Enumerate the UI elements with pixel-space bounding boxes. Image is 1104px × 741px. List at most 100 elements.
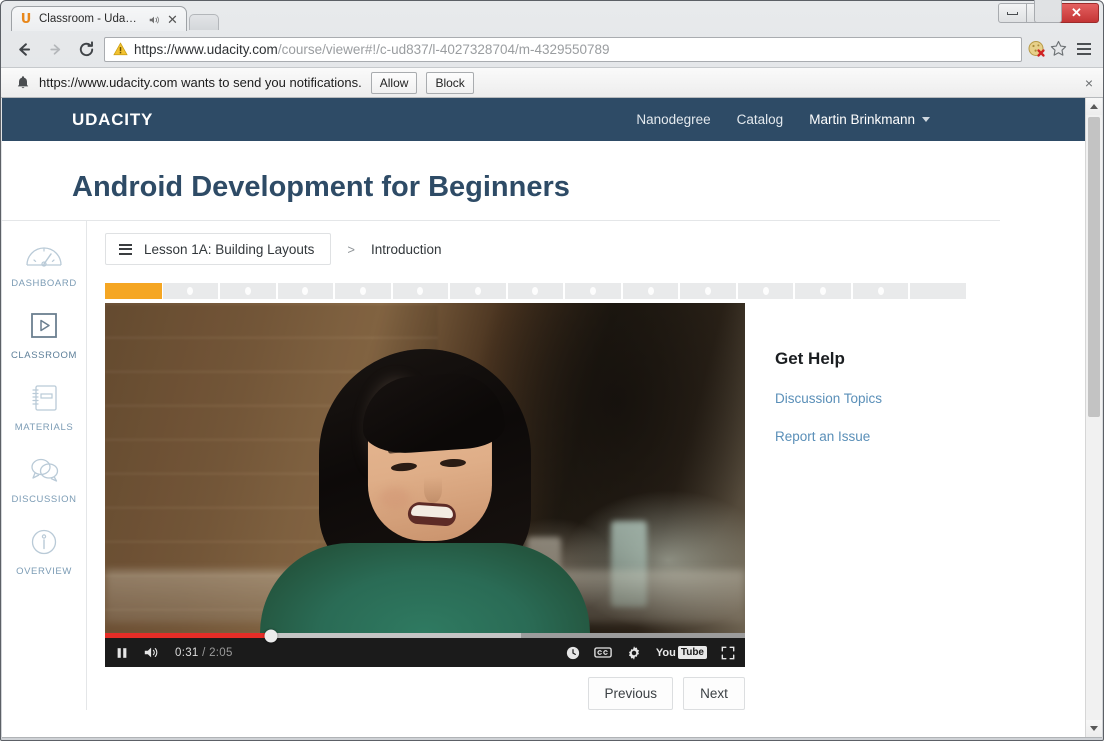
progress-segment[interactable] <box>565 283 622 299</box>
breadcrumb-lesson-label: Lesson 1A: Building Layouts <box>144 241 315 257</box>
watch-later-clock-icon[interactable] <box>566 646 580 660</box>
volume-icon[interactable] <box>143 645 161 660</box>
video-played-bar <box>105 633 272 638</box>
progress-segment-dot <box>877 287 884 295</box>
reload-icon[interactable] <box>73 36 99 62</box>
breadcrumb-separator: > <box>347 241 355 257</box>
chevron-down-icon <box>922 117 930 122</box>
course-body: DASHBOARD CLASSROOM MATERIALS DISCUSSION… <box>2 221 1085 710</box>
youtube-logo-icon[interactable]: You Tube <box>656 646 707 659</box>
window-controls: ✕ <box>998 0 1099 23</box>
course-sidebar: DASHBOARD CLASSROOM MATERIALS DISCUSSION… <box>2 221 87 710</box>
progress-segment[interactable] <box>105 283 162 299</box>
progress-segment[interactable] <box>277 283 335 299</box>
sidebar-item-dashboard[interactable]: DASHBOARD <box>2 237 86 289</box>
video-controls: 0:31 / 2:05 You Tube <box>105 638 745 667</box>
sidebar-item-label: DISCUSSION <box>11 494 77 505</box>
scroll-down-arrow-icon[interactable] <box>1086 720 1102 737</box>
progress-segment[interactable] <box>392 283 450 299</box>
bell-icon <box>16 75 30 91</box>
udacity-favicon-icon: U <box>20 11 32 27</box>
insecure-https-warning-icon[interactable] <box>113 42 128 56</box>
breadcrumb: Lesson 1A: Building Layouts > Introducti… <box>105 233 1085 265</box>
closed-captions-icon[interactable] <box>594 646 612 659</box>
user-switch-button[interactable] <box>1034 0 1062 23</box>
report-an-issue-link[interactable]: Report an Issue <box>775 429 1085 444</box>
scrollbar-thumb[interactable] <box>1088 117 1100 417</box>
address-bar-url: https://www.udacity.com/course/viewer#!/… <box>134 42 610 57</box>
breadcrumb-lesson-button[interactable]: Lesson 1A: Building Layouts <box>105 233 332 265</box>
page-scrollbar[interactable] <box>1085 98 1102 737</box>
lesson-navigation: Previous Next <box>105 677 745 710</box>
dismiss-notification-bar-icon[interactable]: × <box>1085 75 1093 91</box>
sidebar-item-label: OVERVIEW <box>16 566 72 577</box>
progress-segment[interactable] <box>795 283 852 299</box>
progress-segment-dot <box>244 287 251 295</box>
sidebar-item-classroom[interactable]: CLASSROOM <box>2 309 86 361</box>
cookie-blocked-icon[interactable] <box>1027 39 1047 59</box>
user-menu[interactable]: Martin Brinkmann <box>809 112 930 127</box>
notebook-icon <box>24 381 64 415</box>
progress-segment[interactable] <box>910 283 967 299</box>
progress-segment[interactable] <box>220 283 277 299</box>
user-menu-label: Martin Brinkmann <box>809 112 915 127</box>
udacity-logo[interactable]: UDACITY <box>72 110 153 130</box>
fullscreen-icon[interactable] <box>721 646 735 660</box>
play-box-icon <box>24 309 64 343</box>
video-current-time: 0:31 <box>175 646 199 659</box>
video-player[interactable]: 0:31 / 2:05 You Tube Previous Next <box>105 303 745 710</box>
lesson-progress-bar[interactable] <box>105 283 967 299</box>
minimize-button[interactable] <box>998 3 1027 23</box>
discussion-topics-link[interactable]: Discussion Topics <box>775 391 1085 406</box>
nav-link-catalog[interactable]: Catalog <box>737 112 784 127</box>
progress-segment[interactable] <box>162 283 220 299</box>
progress-segment[interactable] <box>450 283 507 299</box>
course-area: Android Development for Beginners DASHBO… <box>2 141 1085 710</box>
progress-segment-dot <box>187 287 194 295</box>
progress-segment-dot <box>474 287 481 295</box>
chrome-menu-icon[interactable] <box>1071 36 1097 62</box>
progress-segment-dot <box>417 287 424 295</box>
scroll-up-arrow-icon[interactable] <box>1086 98 1102 115</box>
video-frame[interactable] <box>105 303 745 633</box>
video-and-help-row: 0:31 / 2:05 You Tube Previous Next Get H… <box>105 303 1085 710</box>
progress-segment[interactable] <box>335 283 392 299</box>
back-arrow-icon[interactable] <box>11 36 37 62</box>
video-time-display: 0:31 / 2:05 <box>175 647 233 659</box>
tab-audio-speaker-icon[interactable] <box>148 13 160 25</box>
site-nav-links: Nanodegree Catalog Martin Brinkmann <box>636 112 1085 127</box>
progress-segment[interactable] <box>737 283 795 299</box>
tab-close-icon[interactable]: ✕ <box>166 13 179 26</box>
address-bar[interactable]: https://www.udacity.com/course/viewer#!/… <box>104 36 1022 62</box>
previous-button[interactable]: Previous <box>588 677 673 710</box>
progress-segment-dot <box>820 287 827 295</box>
bookmark-star-icon[interactable] <box>1049 39 1069 59</box>
settings-gear-icon[interactable] <box>626 645 642 661</box>
url-path: /course/viewer#!/c-ud837/l-4027328704/m-… <box>277 41 610 57</box>
get-help-heading: Get Help <box>775 349 845 368</box>
tab-title: Classroom - Udacity <box>39 13 142 25</box>
video-progress-slider[interactable] <box>105 629 745 642</box>
browser-tab[interactable]: U Classroom - Udacity ✕ <box>11 6 187 31</box>
toolbar-actions <box>1027 36 1097 62</box>
progress-segment[interactable] <box>622 283 680 299</box>
nav-link-nanodegree[interactable]: Nanodegree <box>636 112 710 127</box>
progress-segment[interactable] <box>507 283 565 299</box>
new-tab-button[interactable] <box>189 14 219 30</box>
sidebar-item-label: DASHBOARD <box>11 278 77 289</box>
speech-bubbles-icon <box>24 453 64 487</box>
next-button[interactable]: Next <box>683 677 745 710</box>
lesson-list-icon <box>119 243 132 255</box>
sidebar-item-overview[interactable]: OVERVIEW <box>2 525 86 577</box>
block-button[interactable]: Block <box>426 71 474 94</box>
progress-segment-dot <box>762 287 769 295</box>
sidebar-item-discussion[interactable]: DISCUSSION <box>2 453 86 505</box>
video-scrubber-handle[interactable] <box>264 629 278 642</box>
sidebar-item-materials[interactable]: MATERIALS <box>2 381 86 433</box>
pause-button[interactable] <box>115 646 129 660</box>
allow-button[interactable]: Allow <box>370 71 418 94</box>
notification-message: https://www.udacity.com wants to send yo… <box>39 75 362 90</box>
progress-segment[interactable] <box>680 283 737 299</box>
progress-segment[interactable] <box>852 283 910 299</box>
progress-segment-dot <box>590 287 597 295</box>
